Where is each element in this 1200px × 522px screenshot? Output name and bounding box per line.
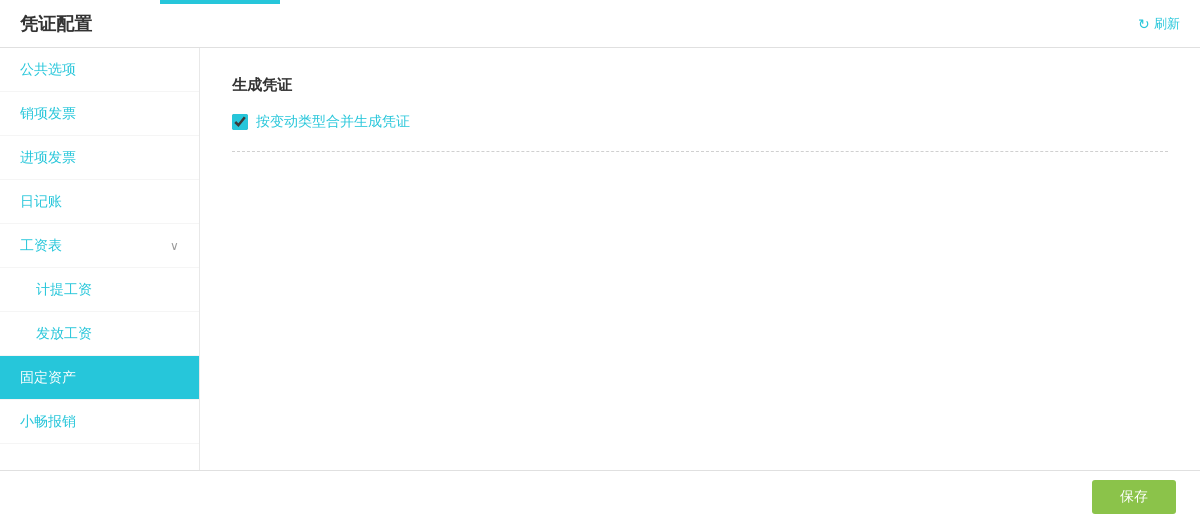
sidebar-item-payroll-table[interactable]: 工资表 ∨ [0,224,199,268]
page-title: 凭证配置 [20,12,92,36]
merge-by-type-checkbox[interactable] [232,114,248,130]
sidebar-item-label: 计提工资 [36,281,92,299]
sidebar-item-label: 发放工资 [36,325,92,343]
refresh-label: 刷新 [1154,15,1180,33]
page-container: 凭证配置 ↻ 刷新 公共选项 销项发票 进项发票 日记账 工资表 ∨ [0,0,1200,522]
header: 凭证配置 ↻ 刷新 [0,0,1200,48]
sidebar-item-journal[interactable]: 日记账 [0,180,199,224]
sidebar: 公共选项 销项发票 进项发票 日记账 工资表 ∨ 计提工资 发放工资 固定资 [0,48,200,470]
checkbox-label[interactable]: 按变动类型合并生成凭证 [256,113,410,131]
chevron-down-icon: ∨ [170,239,179,253]
sidebar-item-sales-invoice[interactable]: 销项发票 [0,92,199,136]
refresh-icon: ↻ [1138,16,1150,32]
sidebar-item-label: 日记账 [20,193,62,211]
top-nav-hint [160,0,280,4]
footer: 保存 [0,470,1200,522]
sidebar-item-public-options[interactable]: 公共选项 [0,48,199,92]
refresh-button[interactable]: ↻ 刷新 [1138,15,1180,33]
section-divider [232,151,1168,152]
sidebar-item-label: 工资表 [20,237,62,255]
sidebar-item-label: 销项发票 [20,105,76,123]
sidebar-item-label: 小畅报销 [20,413,76,431]
sidebar-item-label: 公共选项 [20,61,76,79]
main-layout: 公共选项 销项发票 进项发票 日记账 工资表 ∨ 计提工资 发放工资 固定资 [0,48,1200,470]
sidebar-item-label: 固定资产 [20,369,76,387]
checkbox-row: 按变动类型合并生成凭证 [232,113,1168,131]
save-button[interactable]: 保存 [1092,480,1176,514]
sidebar-item-purchase-invoice[interactable]: 进项发票 [0,136,199,180]
sidebar-item-accrual-payroll[interactable]: 计提工资 [0,268,199,312]
sidebar-item-distribute-payroll[interactable]: 发放工资 [0,312,199,356]
content-area: 生成凭证 按变动类型合并生成凭证 [200,48,1200,470]
sidebar-item-fixed-assets[interactable]: 固定资产 [0,356,199,400]
sidebar-item-label: 进项发票 [20,149,76,167]
sidebar-item-expense-report[interactable]: 小畅报销 [0,400,199,444]
section-title: 生成凭证 [232,76,1168,95]
